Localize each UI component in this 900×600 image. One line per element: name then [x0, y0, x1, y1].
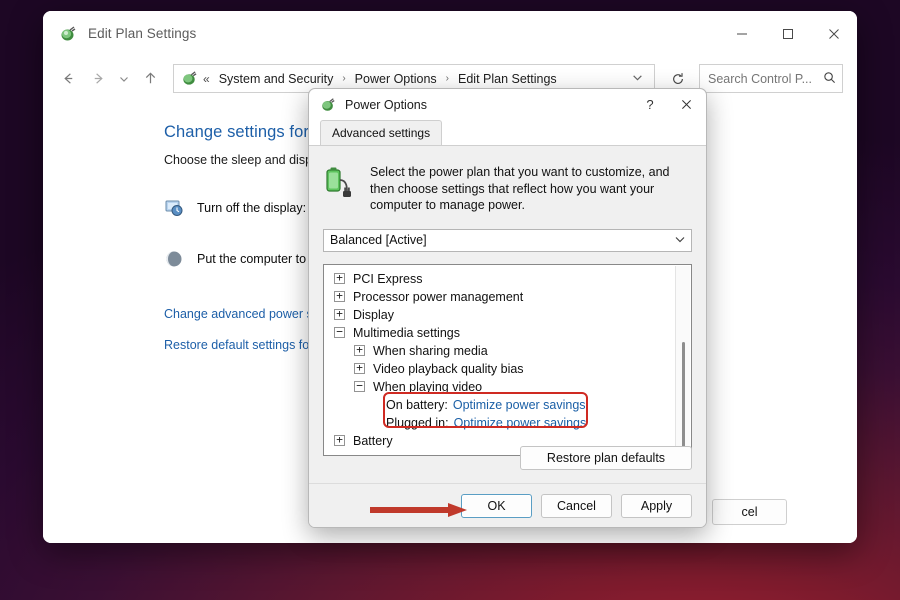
expand-icon[interactable]: + [354, 362, 365, 374]
chevron-right-icon: › [342, 73, 346, 84]
restore-plan-defaults-button[interactable]: Restore plan defaults [520, 446, 692, 470]
battery-plug-icon [323, 166, 357, 200]
collapse-icon[interactable]: − [354, 380, 365, 392]
power-plug-icon [59, 25, 77, 43]
up-button[interactable] [135, 64, 165, 94]
tree-item-processor-power-management[interactable]: + Processor power management [329, 288, 691, 306]
chevron-right-icon: › [445, 73, 449, 84]
tree-leaf-plugged-in[interactable]: Plugged in: Optimize power savings [329, 414, 691, 432]
power-options-dialog: Power Options ? Advanced settings Select… [308, 88, 707, 528]
power-plug-icon [320, 97, 336, 113]
tree-item-label: When sharing media [373, 343, 488, 358]
expand-icon[interactable]: + [334, 308, 345, 320]
tree-item-when-playing-video[interactable]: − When playing video [329, 378, 691, 396]
apply-button[interactable]: Apply [621, 494, 692, 518]
window-controls [719, 11, 857, 56]
back-button[interactable] [53, 64, 83, 94]
collapse-icon[interactable]: − [334, 326, 345, 338]
dialog-intro-text: Select the power plan that you want to c… [370, 165, 670, 212]
maximize-button[interactable] [765, 11, 811, 56]
power-plan-select[interactable]: Balanced [Active] [323, 228, 692, 252]
tree-item-label: When playing video [373, 379, 483, 394]
search-input[interactable]: Search Control P... [708, 72, 812, 86]
tree-leaf-label: Plugged in: [386, 415, 449, 430]
display-clock-icon [164, 198, 184, 218]
tree-scrollbar-thumb[interactable] [682, 341, 685, 454]
address-dropdown-chevron-down-icon[interactable] [625, 72, 650, 86]
tree-leaf-value[interactable]: Optimize power savings [454, 416, 587, 430]
tree-item-label: Processor power management [353, 289, 524, 304]
background-cancel-button[interactable]: cel [712, 499, 787, 525]
power-plan-selected-value: Balanced [Active] [330, 233, 427, 247]
dialog-window-controls: ? [632, 89, 704, 120]
tree-item-multimedia-settings[interactable]: − Multimedia settings [329, 324, 691, 342]
close-button[interactable] [811, 11, 857, 56]
tree-item-label: Battery [353, 433, 393, 448]
tree-scrollbar[interactable] [675, 265, 690, 454]
expand-icon[interactable]: + [334, 434, 345, 446]
cancel-button[interactable]: Cancel [541, 494, 612, 518]
dialog-title: Power Options [345, 97, 427, 112]
setting-label: Turn off the display: [197, 201, 307, 215]
tree-item-video-playback-quality-bias[interactable]: + Video playback quality bias [329, 360, 691, 378]
advanced-settings-tree[interactable]: + PCI Express + Processor power manageme… [323, 263, 692, 456]
dialog-footer: OK Cancel Apply [309, 483, 706, 527]
breadcrumb-power-options[interactable]: Power Options [353, 70, 439, 88]
tree-item-label: Display [353, 307, 394, 322]
breadcrumb-system-and-security[interactable]: System and Security [217, 70, 336, 88]
tree-item-label: Video playback quality bias [373, 361, 524, 376]
tree-item-label: Multimedia settings [353, 325, 460, 340]
dialog-tabstrip: Advanced settings [309, 120, 706, 145]
chevron-down-icon [674, 233, 686, 248]
expand-icon[interactable]: + [334, 272, 345, 284]
tree-leaf-value[interactable]: Optimize power savings [453, 398, 586, 412]
breadcrumb-overflow-button[interactable]: « [203, 72, 210, 86]
recent-locations-chevron-down-icon[interactable] [113, 64, 135, 94]
breadcrumb-edit-plan-settings[interactable]: Edit Plan Settings [456, 70, 559, 88]
sleep-moon-icon [164, 249, 184, 269]
expand-icon[interactable]: + [334, 290, 345, 302]
tree-leaf-label: On battery: [386, 397, 448, 412]
tree-item-label: PCI Express [353, 271, 423, 286]
tree-item-display[interactable]: + Display [329, 306, 691, 324]
tree-item-when-sharing-media[interactable]: + When sharing media [329, 342, 691, 360]
tab-advanced-settings[interactable]: Advanced settings [320, 120, 443, 145]
power-plug-icon [181, 70, 198, 87]
window-title: Edit Plan Settings [88, 26, 197, 41]
search-icon[interactable] [823, 71, 836, 87]
forward-button[interactable] [83, 64, 113, 94]
expand-icon[interactable]: + [354, 344, 365, 356]
tree-leaf-on-battery[interactable]: On battery: Optimize power savings [329, 396, 691, 414]
dialog-titlebar: Power Options ? [309, 89, 706, 120]
setting-label: Put the computer to sl [197, 252, 319, 266]
dialog-body: Select the power plan that you want to c… [309, 145, 706, 483]
ok-button[interactable]: OK [461, 494, 532, 518]
window-titlebar: Edit Plan Settings [43, 11, 857, 56]
tree-item-pci-express[interactable]: + PCI Express [329, 270, 691, 288]
search-box[interactable]: Search Control P... [699, 64, 843, 93]
help-button[interactable]: ? [632, 89, 668, 120]
dialog-intro: Select the power plan that you want to c… [323, 164, 692, 214]
minimize-button[interactable] [719, 11, 765, 56]
dialog-close-button[interactable] [668, 89, 704, 120]
